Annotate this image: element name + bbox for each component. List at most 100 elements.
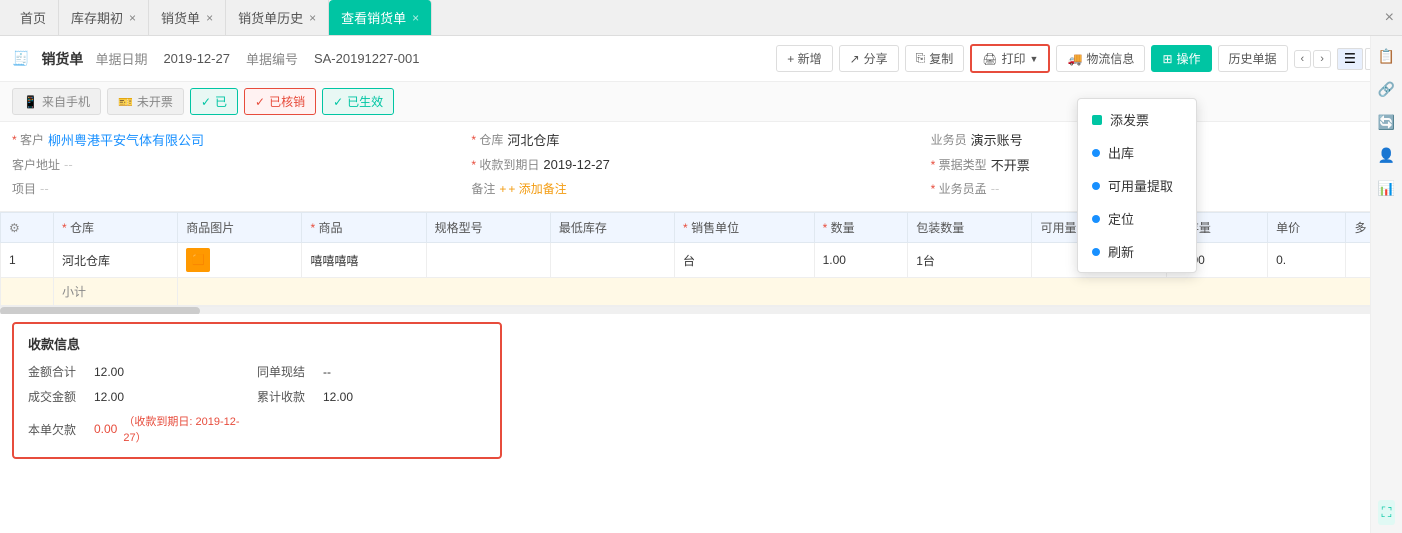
row-min-stock: [550, 243, 674, 278]
row-index: 1: [1, 243, 54, 278]
tab-sales-order[interactable]: 销货单 ×: [149, 0, 226, 35]
available-icon: [1092, 182, 1100, 190]
ticket-value: 不开票: [991, 155, 1030, 174]
cumulative-value: 12.00: [323, 390, 353, 404]
row-warehouse: 河北仓库: [54, 243, 178, 278]
sidebar-icon-2[interactable]: 🔗: [1374, 77, 1399, 102]
col-product-img: 商品图片: [178, 213, 302, 243]
effective-icon: ✓: [333, 95, 343, 109]
operations-label: 操作: [1177, 50, 1201, 67]
effective-button[interactable]: ✓ 已生效: [322, 88, 394, 115]
settings-icon[interactable]: ⚙: [9, 221, 20, 235]
tab-home-label: 首页: [20, 8, 46, 27]
logistics-button[interactable]: 🚚 物流信息: [1056, 45, 1145, 72]
horizontal-scrollbar[interactable]: [0, 306, 1402, 314]
staff-value: 演示账号: [971, 130, 1023, 149]
warehouse-field: 仓库 河北仓库: [471, 130, 930, 149]
tab-sales-close[interactable]: ×: [206, 11, 213, 25]
payment-row-owed: 本单欠款 0.00 （收款到期日: 2019-12-27）: [28, 411, 257, 447]
deal-value: 12.00: [94, 390, 124, 404]
col-product: 商品: [302, 213, 426, 243]
ticket-label: 票据类型: [931, 156, 987, 173]
check-button[interactable]: ✓ 已: [190, 88, 238, 115]
main-content: 🧾 销货单 单据日期 2019-12-27 单据编号 SA-20191227-0…: [0, 36, 1402, 533]
share-icon: ↗: [850, 52, 860, 66]
tab-view-sales-label: 查看销货单: [341, 8, 406, 27]
copy-button[interactable]: ⎘ 复制: [905, 45, 965, 72]
doc-title: 销货单: [41, 49, 83, 69]
tab-sales-history[interactable]: 销货单历史 ×: [226, 0, 329, 35]
customer-value[interactable]: 柳州粤港平安气体有限公司: [48, 130, 204, 149]
print-icon: 🖨: [982, 52, 997, 66]
tab-history-close[interactable]: ×: [309, 11, 316, 25]
row-spec: [426, 243, 550, 278]
sidebar-icon-3[interactable]: 🔄: [1374, 110, 1399, 135]
owed-label: 本单欠款: [28, 421, 88, 438]
refresh-label: 刷新: [1108, 242, 1134, 261]
add-invoice-icon: [1092, 115, 1102, 125]
window-close-button[interactable]: ×: [1385, 9, 1394, 27]
add-note-button[interactable]: + + 添加备注: [499, 180, 566, 197]
print-button[interactable]: 🖨 打印 ▼: [970, 44, 1050, 73]
sidebar-icon-4[interactable]: 👤: [1374, 143, 1399, 168]
history-button[interactable]: 历史单据: [1218, 45, 1288, 72]
add-invoice-label: 添发票: [1110, 110, 1149, 129]
not-open-label: 未开票: [137, 93, 173, 110]
subtotal-label-text: 小计: [54, 278, 178, 306]
sidebar-icon-1[interactable]: 📋: [1374, 44, 1399, 69]
add-invoice-item[interactable]: 添发票: [1078, 103, 1196, 136]
new-button-label: + 新增: [787, 50, 821, 67]
tab-view-sales[interactable]: 查看销货单 ×: [329, 0, 432, 35]
share-label: 分享: [864, 50, 888, 67]
tab-inventory-init[interactable]: 库存期初 ×: [59, 0, 149, 35]
cancelled-button[interactable]: ✓ 已核销: [244, 88, 316, 115]
new-button[interactable]: + 新增: [776, 45, 832, 72]
refresh-icon: [1092, 248, 1100, 256]
col-spec: 规格型号: [426, 213, 550, 243]
due-date-value: 2019-12-27: [543, 157, 610, 172]
refresh-item[interactable]: 刷新: [1078, 235, 1196, 268]
owed-note: （收款到期日: 2019-12-27）: [123, 413, 257, 445]
sidebar-icon-5[interactable]: 📊: [1374, 176, 1399, 201]
share-button[interactable]: ↗ 分享: [839, 45, 899, 72]
doc-title-area: 🧾 销货单 单据日期 2019-12-27 单据编号 SA-20191227-0…: [12, 49, 420, 69]
staff-label: 业务员: [931, 131, 967, 148]
from-mobile-button[interactable]: 📱 来自手机: [12, 88, 101, 115]
outbound-item[interactable]: 出库: [1078, 136, 1196, 169]
tab-sales-label: 销货单: [161, 8, 200, 27]
outbound-label: 出库: [1108, 143, 1134, 162]
payment-row-total: 金额合计 12.00: [28, 361, 257, 382]
tab-view-sales-close[interactable]: ×: [412, 11, 419, 25]
same-settle-value: --: [323, 365, 331, 379]
next-button[interactable]: ›: [1313, 50, 1331, 68]
row-product: 嘻嘻嘻嘻: [302, 243, 426, 278]
not-open-button[interactable]: 🎫 未开票: [107, 88, 184, 115]
nav-arrows: ‹ ›: [1294, 50, 1331, 68]
copy-icon: ⎘: [916, 51, 926, 66]
number-label: 单据编号: [246, 49, 298, 68]
check-icon: ✓: [201, 95, 211, 109]
sidebar-icon-expand[interactable]: ⛶: [1378, 500, 1396, 525]
product-thumbnail: 🟧: [186, 248, 210, 272]
locate-item[interactable]: 定位: [1078, 202, 1196, 235]
row-package-qty: 1台: [908, 243, 1032, 278]
address-value: --: [64, 157, 73, 172]
subtotal-spacer: [178, 278, 1402, 306]
salesperson-value: --: [991, 181, 1000, 196]
scrollbar-thumb[interactable]: [0, 307, 200, 314]
outbound-icon: [1092, 149, 1100, 157]
tab-inventory-close[interactable]: ×: [129, 11, 136, 25]
address-label: 客户地址: [12, 156, 60, 173]
operations-button[interactable]: ⊞ 操作: [1151, 45, 1211, 72]
warehouse-value: 河北仓库: [507, 130, 559, 149]
prev-button[interactable]: ‹: [1294, 50, 1312, 68]
tab-bar: 首页 库存期初 × 销货单 × 销货单历史 × 查看销货单 × ×: [0, 0, 1402, 36]
available-extract-item[interactable]: 可用量提取: [1078, 169, 1196, 202]
project-label: 项目: [12, 180, 36, 197]
list-view-button[interactable]: ☰: [1337, 48, 1363, 70]
col-settings[interactable]: ⚙: [1, 213, 54, 243]
note-field: 备注 + + 添加备注: [471, 180, 930, 197]
project-value: --: [40, 181, 49, 196]
tab-home[interactable]: 首页: [8, 0, 59, 35]
print-label: 打印: [1002, 50, 1026, 67]
